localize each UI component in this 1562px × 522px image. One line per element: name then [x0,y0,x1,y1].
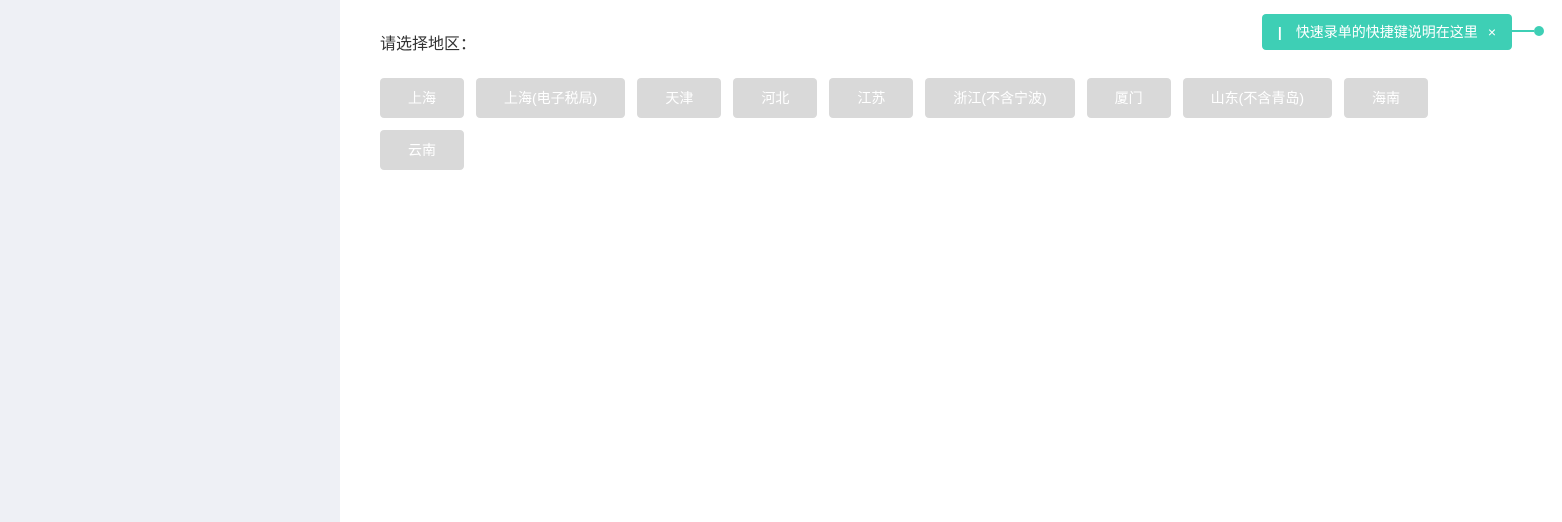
region-btn-yunnan[interactable]: 云南 [380,130,464,170]
region-btn-hebei[interactable]: 河北 [733,78,817,118]
main-content: 请选择地区： 上海上海(电子税局)天津河北江苏浙江(不含宁波)厦门山东(不含青岛… [340,0,1562,522]
region-buttons-container: 上海上海(电子税局) 天津河北江苏浙江(不含宁波) 厦门山东(不含青岛) 海南云南 [380,78,1522,170]
tooltip-banner: 快速录单的快捷键说明在这里 × [1262,14,1512,50]
region-btn-hainan[interactable]: 海南 [1344,78,1428,118]
left-sidebar [0,0,340,522]
tooltip-line [1512,30,1534,32]
region-btn-xiamen[interactable]: 厦门 [1087,78,1171,118]
tooltip-dot [1534,26,1544,36]
tooltip-text: 快速录单的快捷键说明在这里 [1296,22,1478,42]
tooltip-close-button[interactable]: × [1488,24,1496,40]
region-btn-zhejiang[interactable]: 浙江(不含宁波) [925,78,1074,118]
region-btn-shandong[interactable]: 山东(不含青岛) [1183,78,1332,118]
region-btn-jiangsu[interactable]: 江苏 [829,78,913,118]
region-btn-tianjin[interactable]: 天津 [637,78,721,118]
region-btn-shanghai-etax[interactable]: 上海(电子税局) [476,78,625,118]
region-btn-shanghai[interactable]: 上海 [380,78,464,118]
